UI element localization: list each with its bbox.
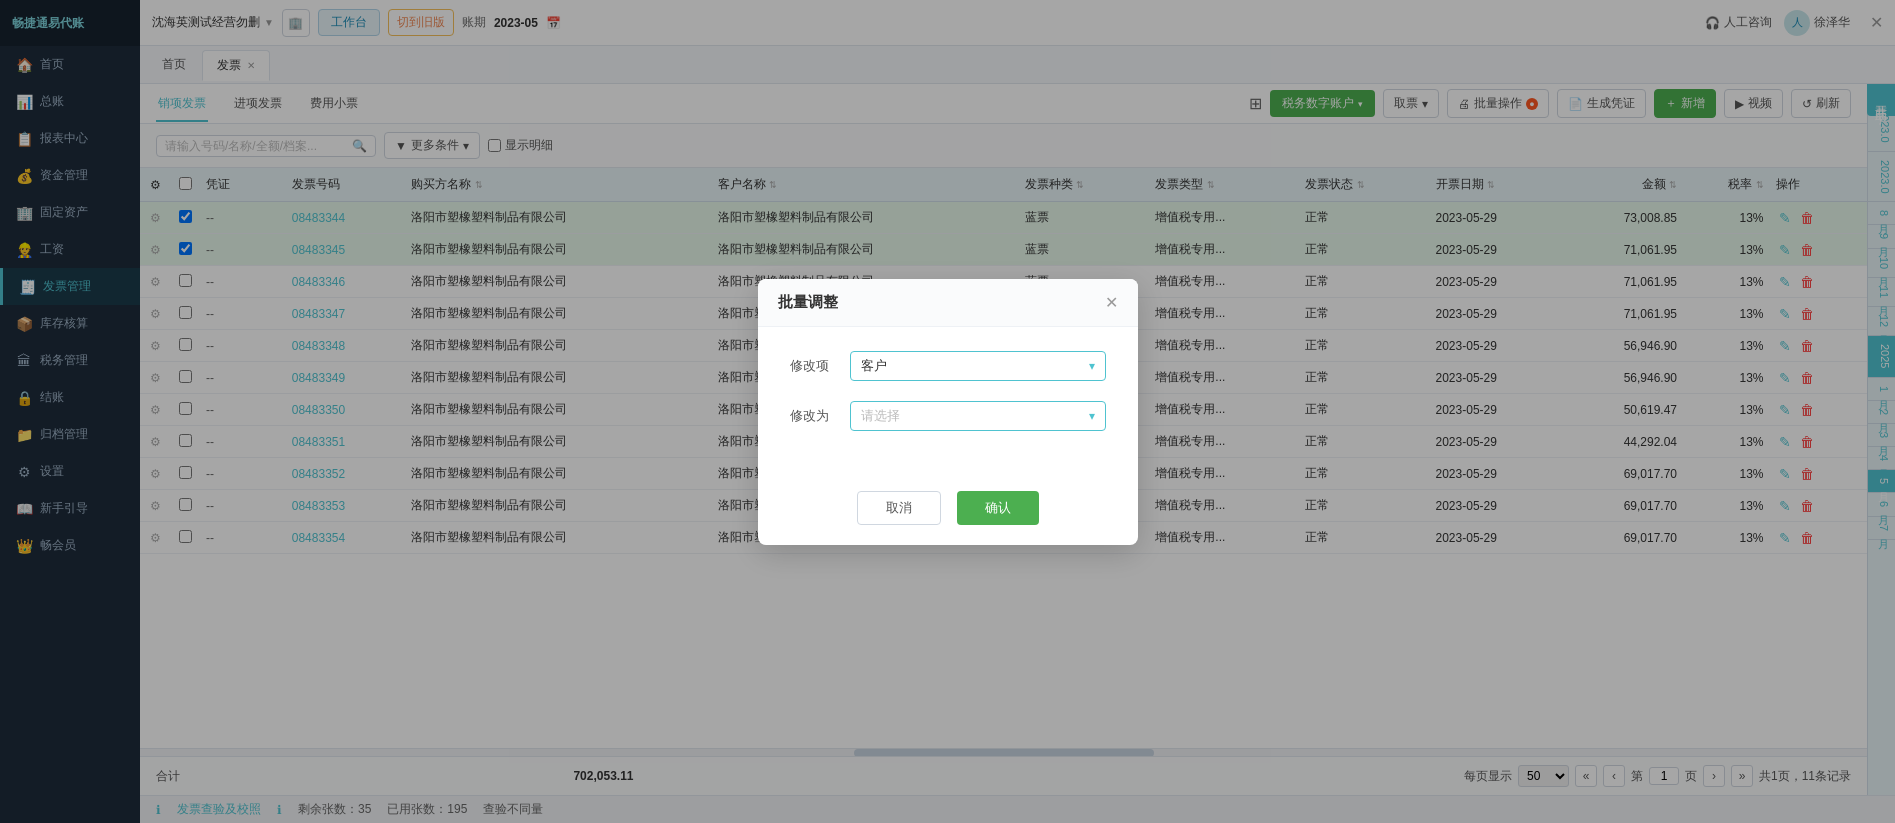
modal-modify-item: 修改为 请选择 ▾ [790,401,1106,431]
modal-modify-label: 修改为 [790,407,850,425]
modal-header: 批量调整 ✕ [758,279,1138,327]
modal-field-value: 客户 [861,357,1089,375]
modal-field-select[interactable]: 客户 ▾ [850,351,1106,381]
modal-title: 批量调整 [778,293,838,312]
modal-footer: 取消 确认 [758,475,1138,545]
modal-confirm-button[interactable]: 确认 [957,491,1039,525]
modal-close-button[interactable]: ✕ [1105,293,1118,312]
modal-body: 修改项 客户 ▾ 修改为 请选择 ▾ [758,327,1138,475]
chevron-down-icon: ▾ [1089,359,1095,373]
modal-modify-select[interactable]: 请选择 ▾ [850,401,1106,431]
modal-cancel-button[interactable]: 取消 [857,491,941,525]
modal-field-item: 修改项 客户 ▾ [790,351,1106,381]
modal-field-label: 修改项 [790,357,850,375]
chevron-down-icon: ▾ [1089,409,1095,423]
modal-modify-placeholder: 请选择 [861,407,1089,425]
batch-adjust-modal: 批量调整 ✕ 修改项 客户 ▾ 修改为 请选择 ▾ 取消 确认 [758,279,1138,545]
modal-overlay: 批量调整 ✕ 修改项 客户 ▾ 修改为 请选择 ▾ 取消 确认 [0,0,1895,823]
